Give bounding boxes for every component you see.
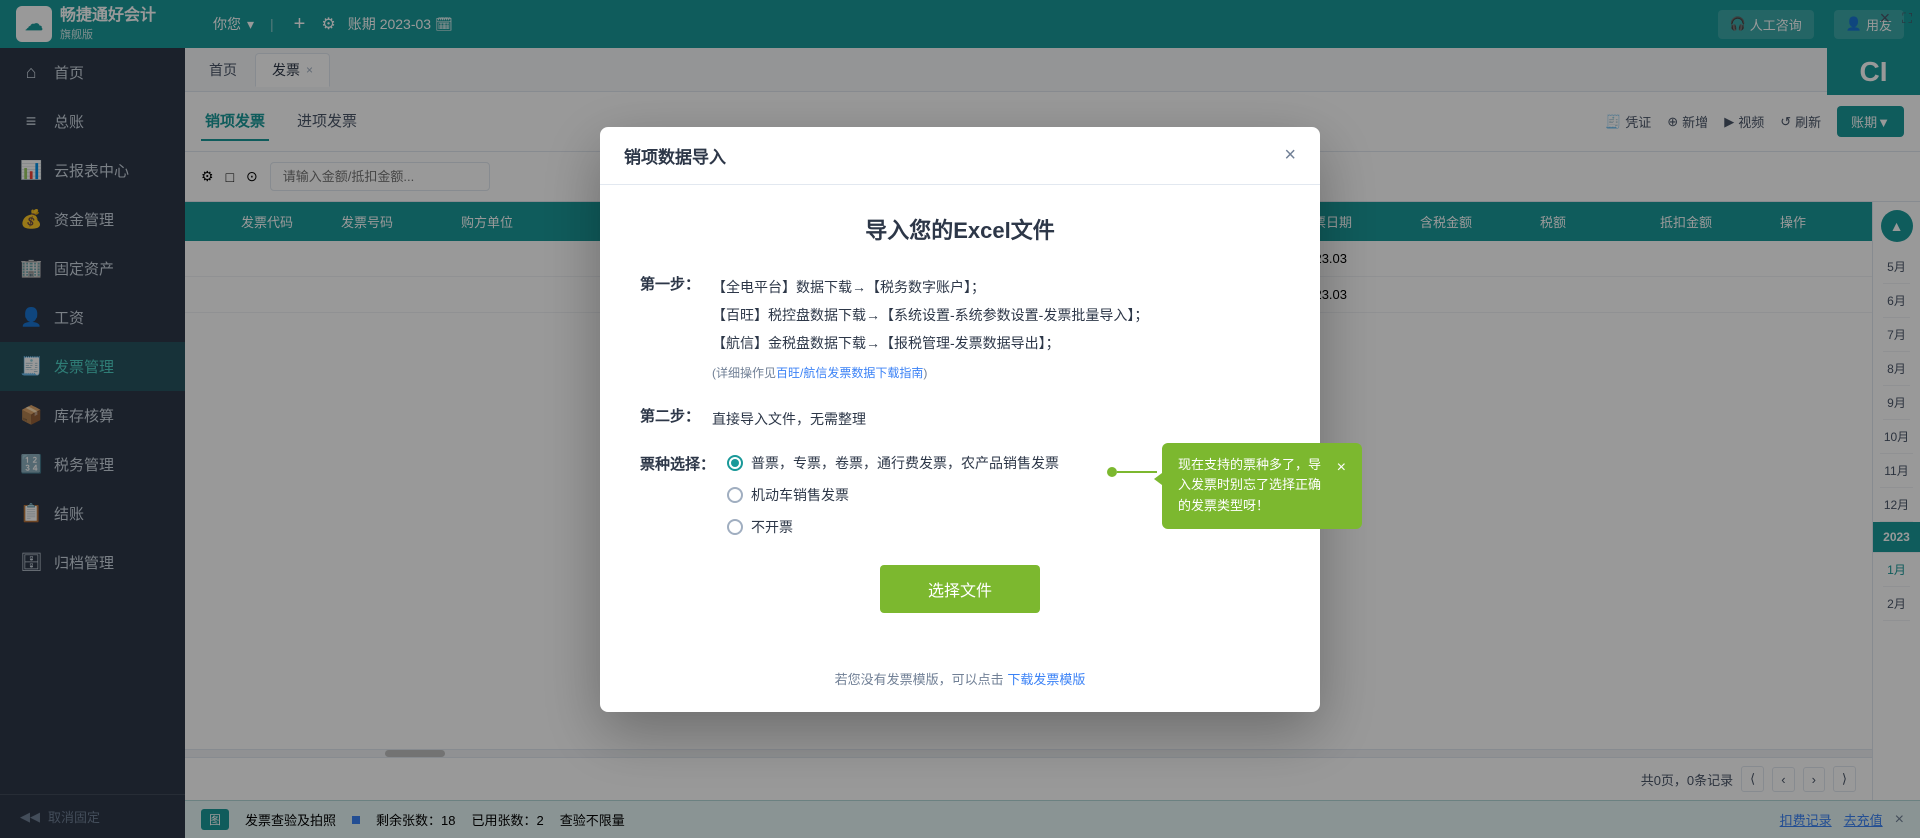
radio-none[interactable]: 不开票 (727, 517, 1059, 537)
step2-text: 直接导入文件，无需整理 (712, 405, 866, 433)
guide-link[interactable]: 百旺/航信发票数据下载指南 (776, 366, 923, 380)
tooltip-line (1117, 471, 1157, 473)
radio-motor-circle (727, 487, 743, 503)
select-file-button[interactable]: 选择文件 (880, 565, 1040, 613)
radio-group: 普票，专票，卷票，通行费发票，农产品销售发票 机动车销售发票 不开票 (727, 453, 1059, 537)
modal-body: 导入您的Excel文件 第一步： 【全电平台】数据下载→【税务数字账户】； 【百… (600, 185, 1320, 669)
step1-note: (详细操作见百旺/航信发票数据下载指南) (712, 361, 1148, 385)
ticket-row: 票种选择： 普票，专票，卷票，通行费发票，农产品销售发票 机动车销售发票 (640, 453, 1280, 537)
step1-content: 【全电平台】数据下载→【税务数字账户】； 【百旺】税控盘数据下载→【系统设置-系… (712, 273, 1148, 385)
step1-line1: 【全电平台】数据下载→【税务数字账户】； (712, 273, 1148, 301)
step1-label: 第一步： (640, 273, 700, 385)
tooltip-arrow (1154, 473, 1162, 485)
ticket-label: 票种选择： (640, 453, 715, 537)
step2-row: 第二步： 直接导入文件，无需整理 (640, 405, 1280, 433)
step1-line2: 【百旺】税控盘数据下载→【系统设置-系统参数设置-发票批量导入】； (712, 301, 1148, 329)
tooltip-box: 现在支持的票种多了，导入发票时别忘了选择正确的发票类型呀！ × (1162, 443, 1362, 529)
tooltip-close-button[interactable]: × (1337, 455, 1346, 481)
radio-normal-circle (727, 455, 743, 471)
radio-motor[interactable]: 机动车销售发票 (727, 485, 1059, 505)
step2-label: 第二步： (640, 405, 700, 433)
tooltip-content: 现在支持的票种多了，导入发票时别忘了选择正确的发票类型呀！ × (1178, 455, 1346, 517)
footer-text: 若您没有发票模版，可以点击 (835, 672, 1004, 687)
radio-none-circle (727, 519, 743, 535)
step1-row: 第一步： 【全电平台】数据下载→【税务数字账户】； 【百旺】税控盘数据下载→【系… (640, 273, 1280, 385)
modal-header: 销项数据导入 × (600, 127, 1320, 185)
modal-title: 销项数据导入 (624, 143, 726, 168)
tooltip-text: 现在支持的票种多了，导入发票时别忘了选择正确的发票类型呀！ (1178, 455, 1329, 517)
radio-normal-label: 普票，专票，卷票，通行费发票，农产品销售发票 (751, 453, 1059, 473)
modal-main-title: 导入您的Excel文件 (640, 213, 1280, 245)
modal-overlay: 销项数据导入 × 导入您的Excel文件 第一步： 【全电平台】数据下载→【税务… (0, 0, 1920, 838)
import-modal: 销项数据导入 × 导入您的Excel文件 第一步： 【全电平台】数据下载→【税务… (600, 127, 1320, 712)
radio-normal[interactable]: 普票，专票，卷票，通行费发票，农产品销售发票 (727, 453, 1059, 473)
modal-footer: 若您没有发票模版，可以点击 下载发票模版 (600, 669, 1320, 712)
tooltip-dot (1107, 467, 1117, 477)
step1-line3: 【航信】金税盘数据下载→【报税管理-发票数据导出】； (712, 329, 1148, 357)
download-template-link[interactable]: 下载发票模版 (1007, 672, 1085, 687)
modal-close-button[interactable]: × (1284, 145, 1296, 165)
radio-motor-label: 机动车销售发票 (751, 485, 849, 505)
radio-none-label: 不开票 (751, 517, 793, 537)
